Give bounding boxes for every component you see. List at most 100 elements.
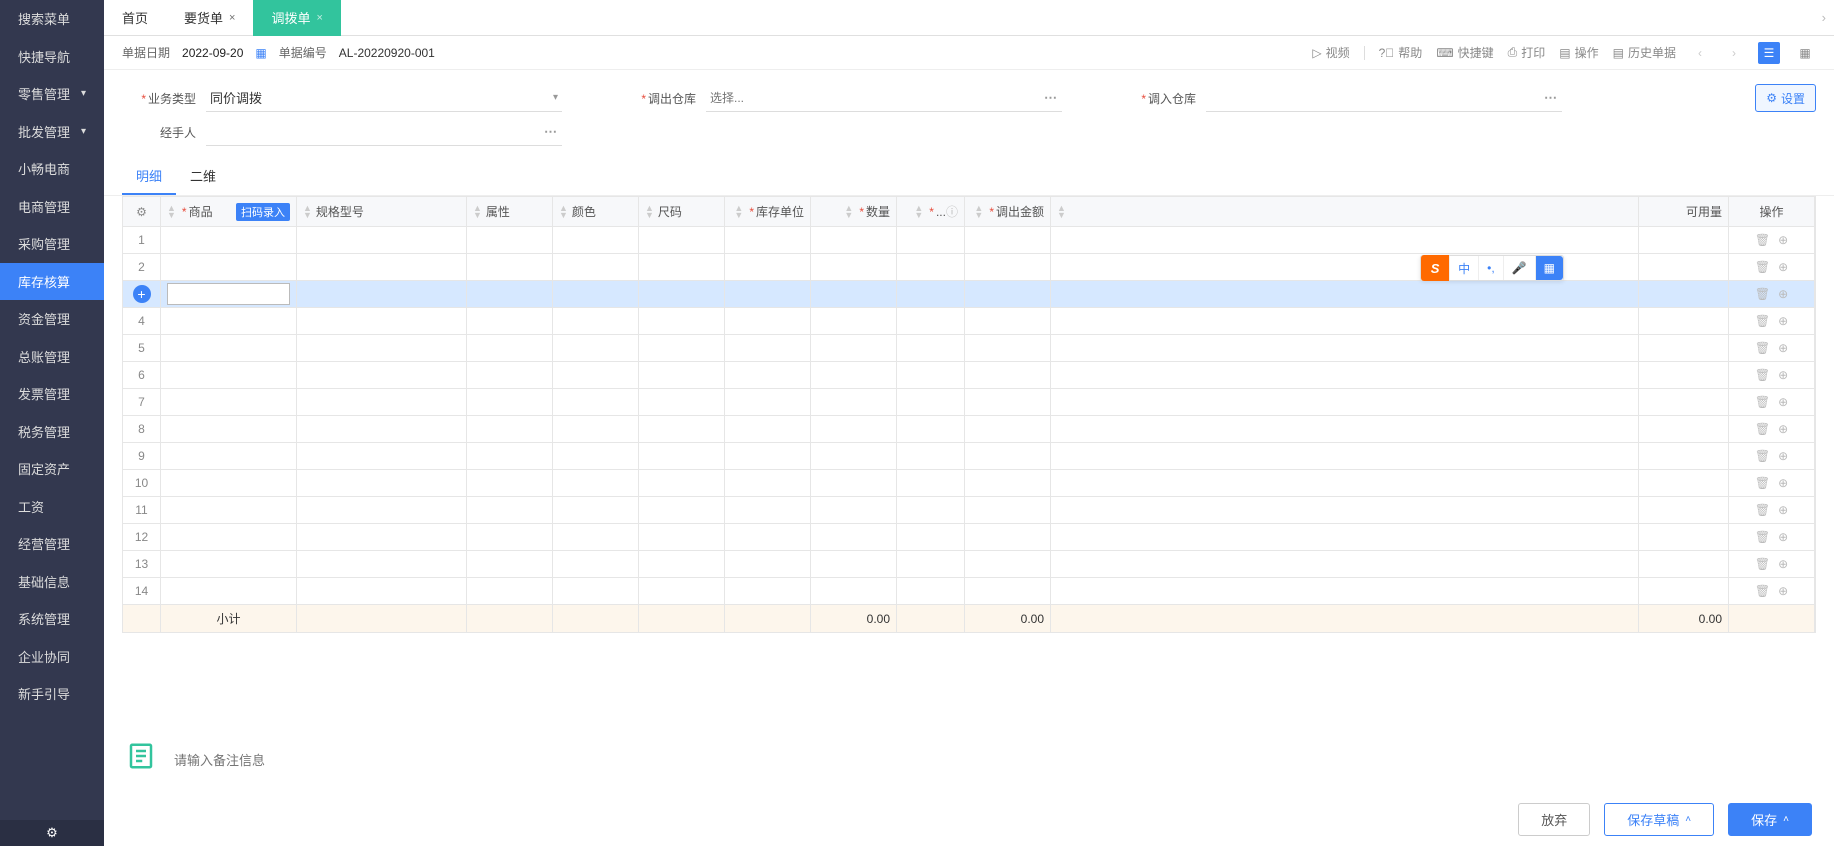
row-number[interactable]: 10 (123, 470, 161, 497)
inner-tab-0[interactable]: 明细 (122, 158, 176, 195)
view-grid-button[interactable]: ▦ (1794, 42, 1816, 64)
add-icon[interactable]: ⊕ (1778, 395, 1788, 409)
sidebar-item-10[interactable]: 发票管理 (0, 375, 104, 413)
sort-icon[interactable]: ▲▼ (974, 205, 983, 219)
save-draft-button[interactable]: 保存草稿˄ (1604, 803, 1714, 836)
sidebar-item-8[interactable]: 资金管理 (0, 300, 104, 338)
sort-icon[interactable]: ▲▼ (1057, 205, 1066, 219)
delete-icon[interactable]: 🗑 (1755, 287, 1770, 301)
table-row[interactable]: 8🗑⊕ (123, 416, 1815, 443)
table-row[interactable]: 11🗑⊕ (123, 497, 1815, 524)
delete-icon[interactable]: 🗑 (1755, 260, 1770, 274)
sidebar-settings[interactable]: ⚙ (0, 820, 104, 846)
add-icon[interactable]: ⊕ (1778, 233, 1788, 247)
ime-grid-icon[interactable]: ▦ (1535, 256, 1563, 280)
more-icon[interactable]: ⋯ (1044, 90, 1058, 106)
remark-input[interactable] (174, 753, 1816, 768)
th-available[interactable]: 可用量 (1639, 197, 1729, 227)
sidebar-item-2[interactable]: 零售管理▾ (0, 75, 104, 113)
delete-icon[interactable]: 🗑 (1755, 341, 1770, 355)
product-input[interactable] (167, 283, 290, 305)
delete-icon[interactable]: 🗑 (1755, 368, 1770, 382)
tabs-next-icon[interactable]: › (1814, 10, 1834, 25)
out-store-input[interactable] (710, 91, 1044, 105)
row-number[interactable]: 1 (123, 227, 161, 254)
add-icon[interactable]: ⊕ (1778, 422, 1788, 436)
delete-icon[interactable]: 🗑 (1755, 530, 1770, 544)
gear-icon[interactable]: ⚙ (136, 205, 147, 219)
sort-icon[interactable]: ▲▼ (167, 205, 176, 219)
sidebar-item-7[interactable]: 库存核算 (0, 263, 104, 301)
inner-tab-1[interactable]: 二维 (176, 158, 230, 195)
delete-icon[interactable]: 🗑 (1755, 422, 1770, 436)
th-attr[interactable]: ▲▼属性 (467, 197, 553, 227)
doc-date-value[interactable]: 2022-09-20 (182, 46, 243, 60)
add-icon[interactable]: ⊕ (1778, 584, 1788, 598)
sidebar-item-16[interactable]: 系统管理 (0, 600, 104, 638)
handler-select[interactable]: ⋯ (206, 118, 562, 146)
discard-button[interactable]: 放弃 (1518, 803, 1590, 836)
more-icon[interactable]: ⋯ (544, 124, 558, 140)
row-number[interactable]: 9 (123, 443, 161, 470)
add-icon[interactable]: ⊕ (1778, 449, 1788, 463)
nav-next-icon[interactable]: › (1724, 43, 1744, 63)
sidebar-item-5[interactable]: 电商管理 (0, 188, 104, 226)
table-row[interactable]: +🗑⊕ (123, 281, 1815, 308)
sidebar-item-6[interactable]: 采购管理 (0, 225, 104, 263)
sidebar-item-14[interactable]: 经营管理 (0, 525, 104, 563)
sidebar-item-9[interactable]: 总账管理 (0, 338, 104, 376)
th-color[interactable]: ▲▼颜色 (553, 197, 639, 227)
sort-icon[interactable]: ▲▼ (559, 205, 568, 219)
table-row[interactable]: 7🗑⊕ (123, 389, 1815, 416)
delete-icon[interactable]: 🗑 (1755, 395, 1770, 409)
in-store-select[interactable]: ⋯ (1206, 84, 1562, 112)
sidebar-item-1[interactable]: 快捷导航 (0, 38, 104, 76)
table-row[interactable]: 13🗑⊕ (123, 551, 1815, 578)
settings-button[interactable]: ⚙设置 (1755, 84, 1816, 112)
calendar-icon[interactable]: ▦ (255, 46, 266, 60)
sidebar-item-3[interactable]: 批发管理▾ (0, 113, 104, 151)
scan-badge[interactable]: 扫码录入 (236, 203, 290, 221)
table-row[interactable]: 9 🗑 ⊕ (123, 443, 1815, 470)
sort-icon[interactable]: ▲▼ (303, 205, 312, 219)
handler-input[interactable] (210, 125, 544, 139)
sort-icon[interactable]: ▲▼ (473, 205, 482, 219)
th-price[interactable]: ▲▼*... ⓘ (897, 197, 965, 227)
sidebar-item-0[interactable]: 搜索菜单 (0, 0, 104, 38)
th-size[interactable]: ▲▼尺码 (639, 197, 725, 227)
th-amount[interactable]: ▲▼*调出金额 (965, 197, 1051, 227)
shortcut-button[interactable]: ⌨快捷键 (1436, 44, 1493, 61)
in-store-input[interactable] (1210, 91, 1544, 105)
add-icon[interactable]: ⊕ (1778, 314, 1788, 328)
row-number[interactable]: 11 (123, 497, 161, 524)
out-store-select[interactable]: ⋯ (706, 84, 1062, 112)
close-icon[interactable]: × (229, 12, 235, 24)
add-icon[interactable]: ⊕ (1778, 260, 1788, 274)
table-row[interactable]: 10 🗑 ⊕ (123, 470, 1815, 497)
table-row[interactable]: 6🗑⊕ (123, 362, 1815, 389)
tab-0[interactable]: 首页 (104, 0, 166, 36)
add-icon[interactable]: ⊕ (1778, 476, 1788, 490)
delete-icon[interactable]: 🗑 (1755, 314, 1770, 328)
ime-mic-icon[interactable]: 🎤 (1503, 256, 1535, 280)
row-number[interactable]: 6 (123, 362, 161, 389)
delete-icon[interactable]: 🗑 (1755, 476, 1770, 490)
ime-bar[interactable]: S 中 •, 🎤 ▦ (1420, 255, 1564, 281)
add-icon[interactable]: ⊕ (1778, 287, 1788, 301)
tab-1[interactable]: 要货单× (166, 0, 253, 36)
th-product[interactable]: ▲▼*商品扫码录入 (161, 197, 297, 227)
view-list-button[interactable]: ☰ (1758, 42, 1780, 64)
table-row[interactable]: 4🗑⊕ (123, 308, 1815, 335)
more-icon[interactable]: ⋯ (1544, 90, 1558, 106)
info-icon[interactable]: ⓘ (946, 203, 958, 220)
ime-punct-icon[interactable]: •, (1478, 256, 1503, 280)
sidebar-item-13[interactable]: 工资 (0, 488, 104, 526)
row-number[interactable]: 2 (123, 254, 161, 281)
delete-icon[interactable]: 🗑 (1755, 449, 1770, 463)
sidebar-item-15[interactable]: 基础信息 (0, 563, 104, 601)
table-row[interactable]: 12🗑⊕ (123, 524, 1815, 551)
delete-icon[interactable]: 🗑 (1755, 584, 1770, 598)
print-button[interactable]: ⎙打印 (1508, 44, 1546, 61)
delete-icon[interactable]: 🗑 (1755, 503, 1770, 517)
help-button[interactable]: ?⃝帮助 (1379, 44, 1423, 61)
